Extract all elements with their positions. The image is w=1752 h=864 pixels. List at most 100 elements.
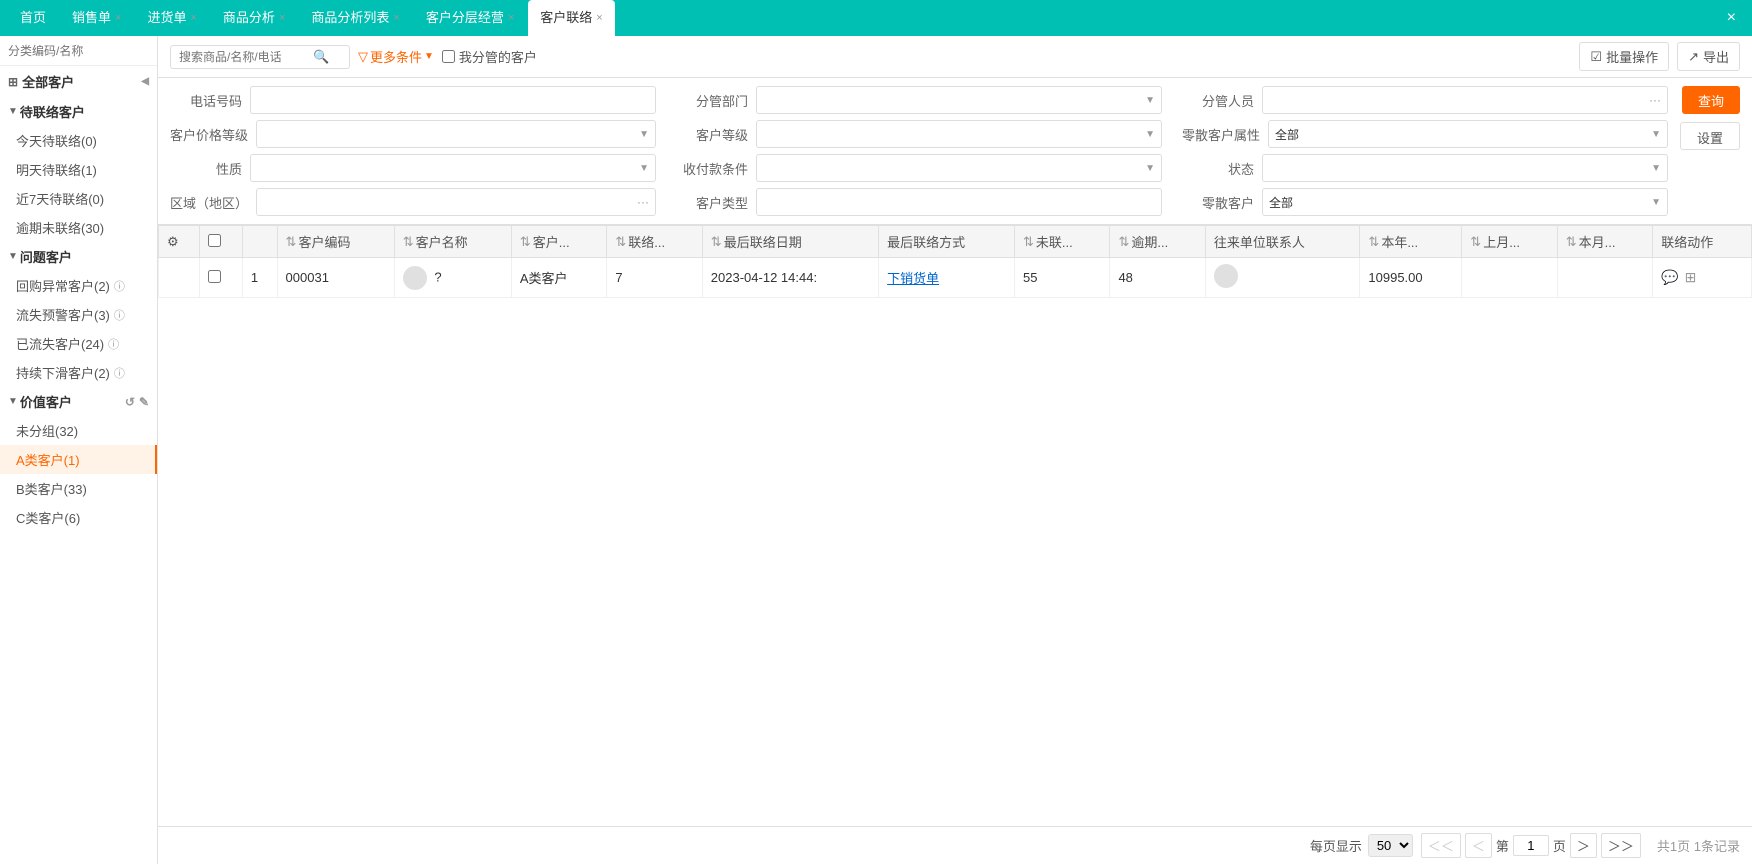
sidebar-item-tomorrow[interactable]: 明天待联络(1)	[0, 155, 157, 184]
sidebar-item-ungrouped[interactable]: 未分组(32)	[0, 416, 157, 445]
close-customer-contact-tab[interactable]: ×	[596, 0, 602, 36]
edit-icon[interactable]: ✎	[139, 395, 149, 409]
col-last-month[interactable]: ⇅ 上月...	[1462, 226, 1557, 258]
sidebar-item-declining[interactable]: 持续下滑客户(2) ⓘ	[0, 358, 157, 387]
sort-icon-date: ⇅	[711, 234, 722, 250]
col-last-date[interactable]: ⇅ 最后联络日期	[702, 226, 878, 258]
adv-row-3: 性质 ▼ 收付款条件 ▼	[170, 154, 1668, 182]
close-sales-tab[interactable]: ×	[115, 0, 121, 36]
price-level-select[interactable]: ▼	[256, 120, 656, 148]
per-page-select[interactable]: 50	[1368, 834, 1413, 857]
search-bar-icon[interactable]: 🔍	[313, 49, 329, 65]
next-page-button[interactable]: ＞	[1570, 833, 1597, 858]
sidebar-problem-customers[interactable]: ▼ 问题客户	[0, 242, 157, 271]
customer-level-select[interactable]: ▼	[756, 120, 1162, 148]
close-product-list-tab[interactable]: ×	[393, 0, 399, 36]
sidebar-item-churn-warning[interactable]: 流失预警客户(3) ⓘ	[0, 300, 157, 329]
sidebar-item-churned[interactable]: 已流失客户(24) ⓘ	[0, 329, 157, 358]
phone-input[interactable]	[250, 86, 656, 114]
advanced-filters: 电话号码 分管部门 ▼	[158, 78, 1752, 225]
filter-bar: 🔍 ▽ 更多条件 ▼ 我分管的客户 ☑ 批量操作 ↗ 导出	[158, 36, 1752, 78]
cell-last-method[interactable]: 下销货单	[879, 258, 1015, 298]
my-customers-checkbox[interactable]	[442, 50, 455, 63]
sidebar-pending-contact[interactable]: ▼ 待联络客户	[0, 97, 157, 126]
nav-home[interactable]: 首页	[8, 0, 58, 36]
refresh-icon[interactable]: ↺	[125, 395, 135, 409]
region-select[interactable]: ···	[256, 188, 656, 216]
col-level[interactable]: ⇅ 客户...	[511, 226, 606, 258]
close-customer-mgmt-tab[interactable]: ×	[508, 0, 514, 36]
last-method-link[interactable]: 下销货单	[887, 271, 939, 286]
col-checkbox[interactable]	[199, 226, 242, 258]
col-prev-contact[interactable]: 往来单位联系人	[1205, 226, 1359, 258]
sidebar-value-customers[interactable]: ▼ 价值客户 ↺ ✎	[0, 387, 157, 416]
retail-customer-select[interactable]: 全部 ▼	[1262, 188, 1668, 216]
batch-checkbox-icon: ☑	[1590, 49, 1602, 65]
col-last-method[interactable]: 最后联络方式	[879, 226, 1015, 258]
sidebar-search-box[interactable]: 🔍	[0, 36, 157, 66]
field-customer-level: 客户等级 ▼	[676, 120, 1162, 148]
field-customer-type: 客户类型	[676, 188, 1162, 216]
grid-action-icon[interactable]: ⊞	[1685, 269, 1697, 286]
select-all-checkbox[interactable]	[208, 234, 221, 247]
page-number-input[interactable]	[1513, 835, 1549, 856]
col-this-month[interactable]: ⇅ 本月...	[1557, 226, 1652, 258]
query-button[interactable]: 查询	[1682, 86, 1740, 114]
first-page-button[interactable]: ＜＜	[1421, 833, 1461, 858]
col-name[interactable]: ⇅ 客户名称	[394, 226, 511, 258]
sidebar-all-customers[interactable]: ⊞ 全部客户 ◀	[0, 66, 157, 97]
payment-select[interactable]: ▼	[756, 154, 1162, 182]
close-product-analysis-tab[interactable]: ×	[279, 0, 285, 36]
settings-button[interactable]: 设置	[1680, 122, 1740, 150]
col-seq	[242, 226, 277, 258]
col-overdue[interactable]: ⇅ 逾期...	[1110, 226, 1205, 258]
total-info: 共1页 1条记录	[1657, 836, 1740, 855]
nav-tab-product-analysis[interactable]: 商品分析 ×	[211, 0, 297, 36]
last-page-button[interactable]: ＞＞	[1601, 833, 1641, 858]
nav-tab-customer-contact[interactable]: 客户联络 ×	[528, 0, 614, 36]
sidebar-item-overdue[interactable]: 逾期未联络(30)	[0, 213, 157, 242]
row-checkbox[interactable]	[208, 270, 221, 283]
close-app-button[interactable]: ×	[1719, 9, 1744, 27]
sort-icon-year: ⇅	[1368, 234, 1379, 250]
nav-tab-purchase[interactable]: 进货单 ×	[135, 0, 208, 36]
sidebar-item-7days[interactable]: 近7天待联络(0)	[0, 184, 157, 213]
message-action-icon[interactable]: 💬	[1661, 269, 1678, 286]
nav-tab-customer-mgmt[interactable]: 客户分层经营 ×	[414, 0, 526, 36]
sidebar-item-repurchase-abnormal[interactable]: 回购异常客户(2) ⓘ	[0, 271, 157, 300]
more-filters-arrow: ▼	[424, 51, 434, 62]
search-box[interactable]: 🔍	[170, 45, 350, 69]
nav-tab-product-list[interactable]: 商品分析列表 ×	[299, 0, 411, 36]
col-contact[interactable]: ⇅ 联络...	[607, 226, 702, 258]
more-filters-button[interactable]: ▽ 更多条件 ▼	[358, 47, 434, 66]
cell-no-contact: 55	[1014, 258, 1109, 298]
batch-ops-button[interactable]: ☑ 批量操作	[1579, 42, 1669, 71]
per-page-selector: 每页显示 50	[1310, 834, 1413, 857]
cell-checkbox[interactable]	[199, 258, 242, 298]
adv-row-1: 电话号码 分管部门 ▼	[170, 86, 1668, 114]
sidebar-item-class-a[interactable]: A类客户(1)	[0, 445, 157, 474]
sidebar-item-class-b[interactable]: B类客户(33)	[0, 474, 157, 503]
col-no-contact[interactable]: ⇅ 未联...	[1014, 226, 1109, 258]
customer-type-input[interactable]	[756, 188, 1162, 216]
status-select[interactable]: ▼	[1262, 154, 1668, 182]
sidebar-item-class-c[interactable]: C类客户(6)	[0, 503, 157, 532]
my-customers-checkbox-area[interactable]: 我分管的客户	[442, 47, 537, 66]
adv-row-4: 区域（地区） ··· 客户类型	[170, 188, 1668, 216]
cell-contact: 7	[607, 258, 702, 298]
nav-tab-sales[interactable]: 销售单 ×	[60, 0, 133, 36]
dept-select[interactable]: ▼	[756, 86, 1162, 114]
nature-select[interactable]: ▼	[250, 154, 656, 182]
prev-page-button[interactable]: ＜	[1465, 833, 1492, 858]
col-this-year[interactable]: ⇅ 本年...	[1360, 226, 1462, 258]
sidebar-item-today[interactable]: 今天待联络(0)	[0, 126, 157, 155]
col-settings[interactable]: ⚙	[159, 226, 200, 258]
person-select[interactable]: ···	[1262, 86, 1668, 114]
search-input[interactable]	[179, 50, 309, 64]
collapse-sidebar-icon[interactable]: ◀	[141, 76, 149, 87]
sidebar-search-input[interactable]	[8, 44, 158, 58]
export-button[interactable]: ↗ 导出	[1677, 42, 1740, 71]
close-purchase-tab[interactable]: ×	[190, 0, 196, 36]
col-code[interactable]: ⇅ 客户编码	[277, 226, 394, 258]
retail-attr-select[interactable]: 全部 ▼	[1268, 120, 1668, 148]
